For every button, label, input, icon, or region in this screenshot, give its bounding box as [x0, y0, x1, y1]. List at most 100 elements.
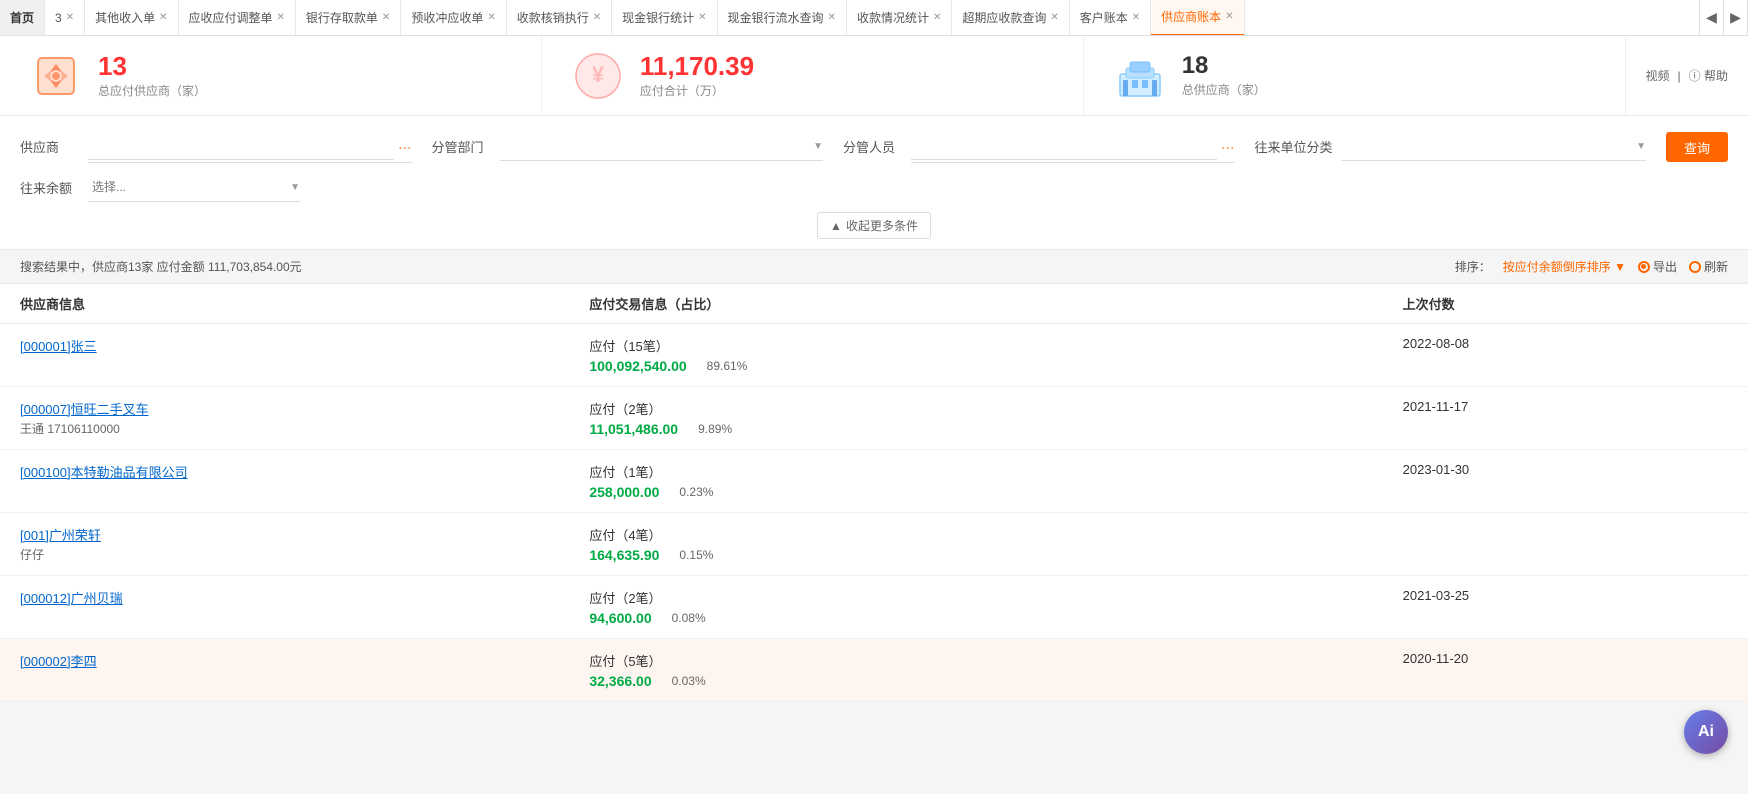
balance-input[interactable] — [88, 173, 290, 201]
collection-stats-label: 收款情况统计 — [857, 9, 929, 26]
nav-tab-prepay[interactable]: 预收冲应收单 ✕ — [401, 0, 506, 36]
search-area: 供应商 ... 分管部门 ▼ 分管人员 ... 往来单位分类 — [0, 116, 1748, 250]
nav-tab-overdue[interactable]: 超期应收款查询 ✕ — [952, 0, 1069, 36]
ai-assistant-button[interactable]: Ai — [1684, 710, 1728, 754]
department-input[interactable] — [500, 132, 814, 160]
nav-tab-collection-stats[interactable]: 收款情况统计 ✕ — [847, 0, 952, 36]
prepay-label: 预收冲应收单 — [411, 9, 483, 26]
supplier-input[interactable] — [88, 130, 394, 160]
close-supplier-account[interactable]: ✕ — [1225, 11, 1233, 22]
transaction-info-6: 应付（5笔） 32,366.00 0.03% — [589, 651, 1402, 689]
main-table: 供应商信息 应付交易信息（占比） 上次付数 [000001]张三 应付（15笔）… — [0, 284, 1748, 702]
supplier-sub-4: 仔仔 — [20, 546, 589, 563]
department-dropdown-arrow[interactable]: ▼ — [813, 141, 823, 152]
supplier-name-5[interactable]: [000012]广州贝瑞 — [20, 591, 123, 606]
links-divider: | — [1678, 69, 1681, 83]
trans-row-4: 164,635.90 0.15% — [589, 547, 1402, 563]
home-label: 首页 — [10, 9, 34, 26]
trans-amount-1[interactable]: 100,092,540.00 — [589, 358, 686, 374]
collapse-wrapper: ▲ 收起更多条件 — [20, 212, 1728, 239]
manager-dots[interactable]: ... — [1221, 136, 1234, 154]
lastpay-date-1: 2022-08-08 — [1403, 336, 1470, 351]
trans-row-5: 94,600.00 0.08% — [589, 610, 1402, 626]
close-overdue[interactable]: ✕ — [1050, 12, 1058, 23]
trans-amount-2[interactable]: 11,051,486.00 — [589, 421, 678, 437]
nav-tab-3[interactable]: 3 ✕ — [45, 0, 85, 36]
manager-label: 分管人员 — [843, 137, 903, 156]
trans-amount-5[interactable]: 94,600.00 — [589, 610, 651, 626]
trans-label-6: 应付（5笔） — [589, 651, 1402, 670]
search-button[interactable]: 查询 — [1666, 132, 1728, 162]
supplier-link-1[interactable]: [000001]张三 — [20, 336, 589, 355]
supplier-field: 供应商 ... — [20, 130, 412, 163]
svg-text:¥: ¥ — [592, 62, 605, 87]
close-customer-account[interactable]: ✕ — [1132, 12, 1140, 23]
close-other-income[interactable]: ✕ — [159, 12, 167, 23]
nav-tab-home[interactable]: 首页 — [0, 0, 45, 36]
trans-percent-4: 0.15% — [679, 548, 713, 562]
nav-tab-bank-deposit[interactable]: 银行存取款单 ✕ — [296, 0, 401, 36]
other-income-label: 其他收入单 — [95, 9, 155, 26]
refresh-action[interactable]: 刷新 — [1689, 258, 1728, 275]
supplier-account-label: 供应商账本 — [1161, 8, 1221, 25]
collapse-label: 收起更多条件 — [846, 217, 918, 234]
close-bank-deposit[interactable]: ✕ — [382, 12, 390, 23]
lastpay-date-6: 2020-11-20 — [1403, 651, 1469, 666]
trans-amount-6[interactable]: 32,366.00 — [589, 673, 651, 689]
supplier-name-4[interactable]: [001]广州荣轩 — [20, 528, 101, 543]
nav-tab-cash-bank-stats[interactable]: 现金银行统计 ✕ — [612, 0, 717, 36]
stat-payable-suppliers: 13 总应付供应商（家） — [0, 36, 542, 115]
nav-arrow-left[interactable]: ◀ — [1700, 0, 1724, 36]
nav-tab-other-income[interactable]: 其他收入单 ✕ — [85, 0, 178, 36]
transaction-info-5: 应付（2笔） 94,600.00 0.08% — [589, 588, 1402, 626]
supplier-info-1: [000001]张三 — [20, 336, 589, 355]
unit-class-input[interactable] — [1341, 132, 1637, 160]
supplier-name-2[interactable]: [000007]恒旺二手叉车 — [20, 402, 149, 417]
nav-tab-supplier-account[interactable]: 供应商账本 ✕ — [1151, 0, 1244, 36]
lastpay-1: 2022-08-08 — [1403, 336, 1728, 351]
supplier-name-1[interactable]: [000001]张三 — [20, 339, 97, 354]
close-tab-3[interactable]: ✕ — [66, 12, 74, 23]
col-header-lastpay: 上次付数 — [1403, 294, 1728, 313]
close-prepay[interactable]: ✕ — [487, 12, 495, 23]
transaction-detail-6: 应付（5笔） 32,366.00 0.03% — [589, 651, 1402, 689]
department-dropdown-wrapper: ▼ — [500, 132, 824, 161]
close-cash-bank-stats[interactable]: ✕ — [698, 12, 706, 23]
unit-class-dropdown-arrow[interactable]: ▼ — [1636, 141, 1646, 152]
supplier-name-6[interactable]: [000002]李四 — [20, 654, 97, 669]
trans-amount-3[interactable]: 258,000.00 — [589, 484, 659, 500]
collapse-button[interactable]: ▲ 收起更多条件 — [817, 212, 931, 239]
trans-percent-5: 0.08% — [672, 611, 706, 625]
trans-percent-2: 9.89% — [698, 422, 732, 436]
lastpay-date-5: 2021-03-25 — [1403, 588, 1470, 603]
manager-input[interactable] — [911, 130, 1217, 160]
nav-tab-cash-flow[interactable]: 现金银行流水查询 ✕ — [718, 0, 847, 36]
search-row-1: 供应商 ... 分管部门 ▼ 分管人员 ... 往来单位分类 — [20, 130, 1728, 163]
supplier-name-3[interactable]: [000100]本特勒油品有限公司 — [20, 465, 188, 480]
table-row: [000012]广州贝瑞 应付（2笔） 94,600.00 0.08% 2021… — [0, 576, 1748, 639]
stat2-label: 应付合计（万） — [640, 82, 754, 99]
tab3-label: 3 — [55, 11, 62, 25]
video-link[interactable]: 视频 — [1646, 67, 1670, 84]
close-collect-verify[interactable]: ✕ — [593, 12, 601, 23]
refresh-radio-icon — [1689, 261, 1701, 273]
stat-total-suppliers: 18 总供应商（家） — [1084, 36, 1626, 115]
trans-row-1: 100,092,540.00 89.61% — [589, 358, 1402, 374]
close-adjustment[interactable]: ✕ — [277, 12, 285, 23]
trans-percent-6: 0.03% — [672, 674, 706, 688]
transaction-detail-5: 应付（2笔） 94,600.00 0.08% — [589, 588, 1402, 626]
nav-tab-collect-verify[interactable]: 收款核销执行 ✕ — [507, 0, 612, 36]
trans-label-3: 应付（1笔） — [589, 462, 1402, 481]
close-collection-stats[interactable]: ✕ — [933, 12, 941, 23]
nav-tab-adjustment[interactable]: 应收应付调整单 ✕ — [179, 0, 296, 36]
balance-dropdown-arrow[interactable]: ▼ — [290, 182, 300, 193]
trans-amount-4[interactable]: 164,635.90 — [589, 547, 659, 563]
nav-arrow-right[interactable]: ▶ — [1724, 0, 1748, 36]
supplier-dots[interactable]: ... — [398, 136, 411, 154]
nav-tab-customer-account[interactable]: 客户账本 ✕ — [1070, 0, 1151, 36]
supplier-input-wrapper: ... — [88, 130, 412, 163]
sort-link[interactable]: 按应付余额倒序排序 ▼ — [1503, 258, 1626, 275]
help-link[interactable]: ⓘ 帮助 — [1689, 67, 1728, 84]
close-cash-flow[interactable]: ✕ — [828, 12, 836, 23]
export-action[interactable]: 导出 — [1638, 258, 1677, 275]
